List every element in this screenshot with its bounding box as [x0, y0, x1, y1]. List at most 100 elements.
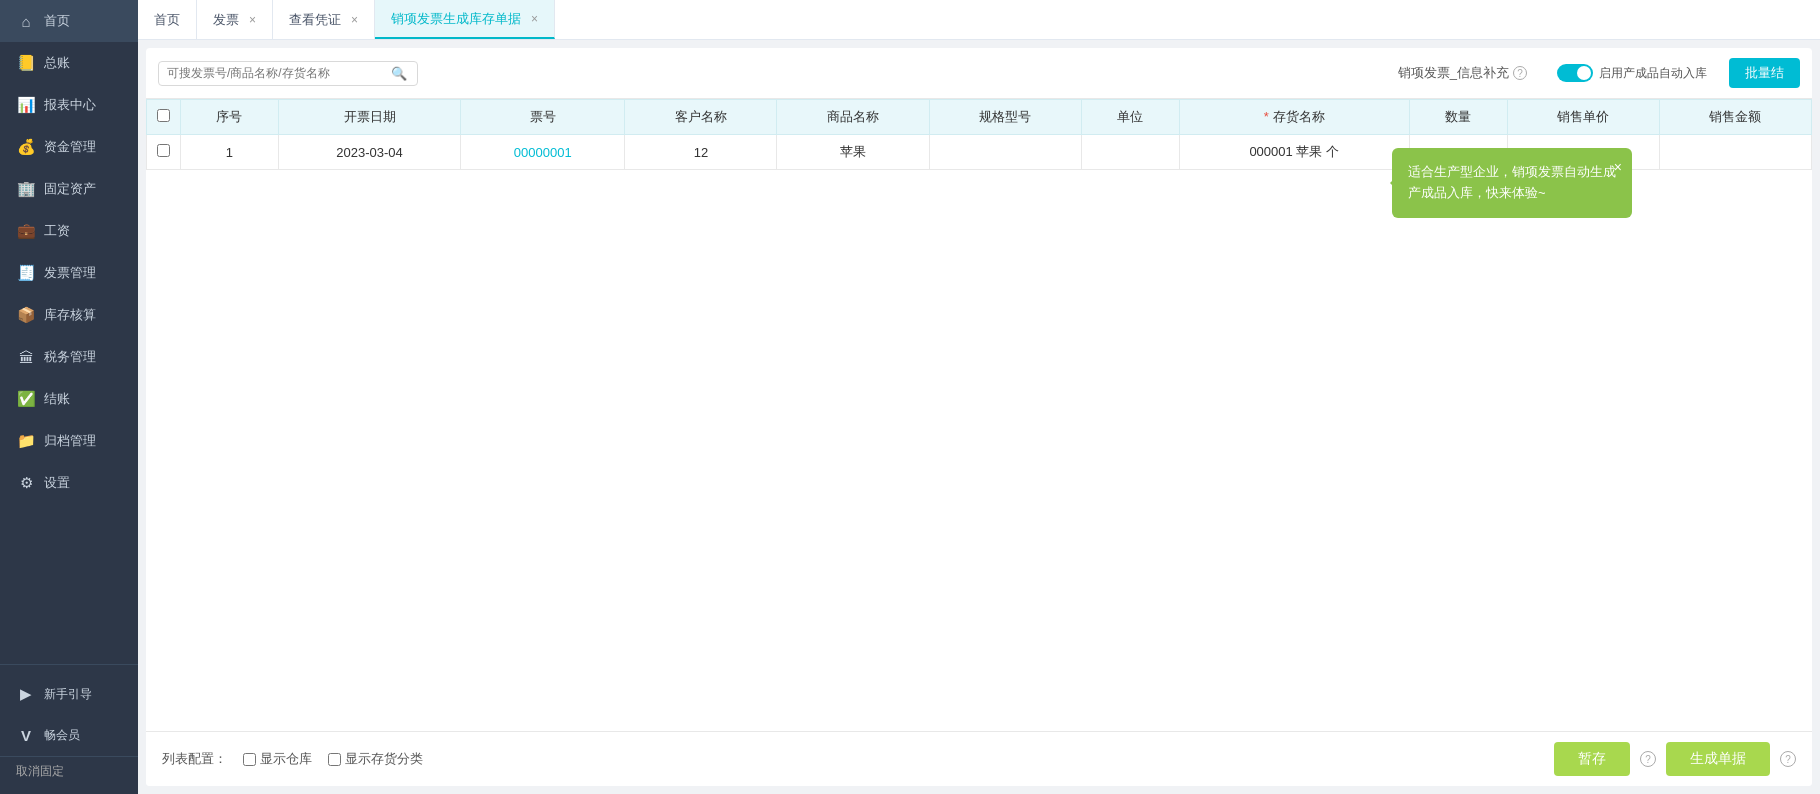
cell-customer: 12: [625, 135, 777, 170]
show-inventory-category-option[interactable]: 显示存货分类: [328, 750, 423, 768]
tab-cancel-invoice-label: 销项发票生成库存单据: [391, 10, 521, 28]
main-area: 首页 发票 × 查看凭证 × 销项发票生成库存单据 × 🔍 销项发票_信息补充 …: [138, 0, 1820, 794]
save-help-icon[interactable]: ?: [1640, 751, 1656, 767]
sidebar-item-label: 总账: [44, 54, 70, 72]
tooltip-popup: × 适合生产型企业，销项发票自动生成产成品入库，快来体验~: [1392, 148, 1632, 218]
info-help-icon[interactable]: ?: [1513, 66, 1527, 80]
search-box[interactable]: 🔍: [158, 61, 418, 86]
cell-product: 苹果: [777, 135, 929, 170]
info-label: 销项发票_信息补充 ?: [1398, 64, 1527, 82]
sidebar-item-settings[interactable]: ⚙ 设置: [0, 462, 138, 504]
toggle-wrapper: 启用产成品自动入库: [1557, 64, 1707, 82]
assets-icon: 🏢: [16, 180, 36, 198]
show-inventory-category-label: 显示存货分类: [345, 750, 423, 768]
cell-spec: [929, 135, 1081, 170]
toolbar: 🔍 销项发票_信息补充 ? 启用产成品自动入库 批量结: [146, 48, 1812, 99]
header-spec: 规格型号: [929, 100, 1081, 135]
sidebar-item-label: 发票管理: [44, 264, 96, 282]
header-inventory: 存货名称: [1179, 100, 1409, 135]
sidebar-item-payroll[interactable]: 💼 工资: [0, 210, 138, 252]
header-seq: 序号: [181, 100, 279, 135]
auto-warehousing-toggle[interactable]: [1557, 64, 1593, 82]
funds-icon: 💰: [16, 138, 36, 156]
tax-icon: 🏛: [16, 349, 36, 366]
search-icon[interactable]: 🔍: [391, 66, 407, 81]
header-date: 开票日期: [278, 100, 460, 135]
select-all-checkbox[interactable]: [157, 109, 170, 122]
sidebar-item-general-ledger[interactable]: 📒 总账: [0, 42, 138, 84]
show-inventory-category-checkbox[interactable]: [328, 753, 341, 766]
ticket-no-link[interactable]: 00000001: [514, 145, 572, 160]
tab-cancel-invoice[interactable]: 销项发票生成库存单据 ×: [375, 0, 555, 39]
tooltip-close-button[interactable]: ×: [1614, 156, 1622, 178]
sidebar-item-home[interactable]: ⌂ 首页: [0, 0, 138, 42]
bottom-actions: 暂存 ? 生成单据 ?: [1554, 742, 1796, 776]
content-area: 🔍 销项发票_信息补充 ? 启用产成品自动入库 批量结: [146, 48, 1812, 786]
sidebar-item-label: 归档管理: [44, 432, 96, 450]
sidebar-bottom: ▶ 新手引导 V 畅会员 取消固定: [0, 664, 138, 794]
header-quantity: 数量: [1409, 100, 1507, 135]
sidebar-item-label: 工资: [44, 222, 70, 240]
show-warehouse-checkbox[interactable]: [243, 753, 256, 766]
header-amount: 销售金额: [1659, 100, 1811, 135]
sidebar-item-member[interactable]: V 畅会员: [0, 715, 138, 756]
guide-icon: ▶: [16, 685, 36, 703]
header-ticket-no: 票号: [461, 100, 625, 135]
list-config-label: 列表配置：: [162, 750, 227, 768]
tab-invoice-close[interactable]: ×: [249, 13, 256, 27]
archive-icon: 📁: [16, 432, 36, 450]
info-text: 销项发票_信息补充: [1398, 64, 1509, 82]
member-icon: V: [16, 727, 36, 744]
home-icon: ⌂: [16, 13, 36, 30]
reports-icon: 📊: [16, 96, 36, 114]
save-button[interactable]: 暂存: [1554, 742, 1630, 776]
cell-inventory: 000001 苹果 个: [1179, 135, 1409, 170]
toggle-label: 启用产成品自动入库: [1599, 65, 1707, 82]
cell-ticket-no: 00000001: [461, 135, 625, 170]
sidebar-item-inventory[interactable]: 📦 库存核算: [0, 294, 138, 336]
sidebar-item-label: 库存核算: [44, 306, 96, 324]
ledger-icon: 📒: [16, 54, 36, 72]
sidebar-item-archive-mgmt[interactable]: 📁 归档管理: [0, 420, 138, 462]
sidebar-item-reports[interactable]: 📊 报表中心: [0, 84, 138, 126]
tab-invoice-label: 发票: [213, 11, 239, 29]
payroll-icon: 💼: [16, 222, 36, 240]
batch-button[interactable]: 批量结: [1729, 58, 1800, 88]
cell-seq: 1: [181, 135, 279, 170]
sidebar-item-tax-mgmt[interactable]: 🏛 税务管理: [0, 336, 138, 378]
header-checkbox-cell: [147, 100, 181, 135]
tab-voucher[interactable]: 查看凭证 ×: [273, 0, 375, 39]
sidebar: ⌂ 首页 📒 总账 📊 报表中心 💰 资金管理 🏢 固定资产 💼 工资 🧾 发票…: [0, 0, 138, 794]
sidebar-item-invoice-mgmt[interactable]: 🧾 发票管理: [0, 252, 138, 294]
show-warehouse-label: 显示仓库: [260, 750, 312, 768]
header-unit: 单位: [1081, 100, 1179, 135]
tab-voucher-label: 查看凭证: [289, 11, 341, 29]
undo-fixed[interactable]: 取消固定: [0, 756, 138, 786]
tab-voucher-close[interactable]: ×: [351, 13, 358, 27]
undo-fixed-label: 取消固定: [16, 763, 64, 780]
tab-home[interactable]: 首页: [138, 0, 197, 39]
generate-button[interactable]: 生成单据: [1666, 742, 1770, 776]
sidebar-item-funds[interactable]: 💰 资金管理: [0, 126, 138, 168]
table-header-row: 序号 开票日期 票号 客户名称 商品名称 规格型号 单位 存货名称 数量 销售单…: [147, 100, 1812, 135]
search-input[interactable]: [167, 66, 387, 80]
sidebar-item-label: 税务管理: [44, 348, 96, 366]
header-customer: 客户名称: [625, 100, 777, 135]
sidebar-item-settlement[interactable]: ✅ 结账: [0, 378, 138, 420]
row-checkbox[interactable]: [157, 144, 170, 157]
tab-invoice[interactable]: 发票 ×: [197, 0, 273, 39]
settlement-icon: ✅: [16, 390, 36, 408]
sidebar-item-fixed-assets[interactable]: 🏢 固定资产: [0, 168, 138, 210]
row-checkbox-cell: [147, 135, 181, 170]
invoice-icon: 🧾: [16, 264, 36, 282]
sidebar-item-label: 报表中心: [44, 96, 96, 114]
sidebar-item-label: 结账: [44, 390, 70, 408]
inventory-icon: 📦: [16, 306, 36, 324]
tab-cancel-invoice-close[interactable]: ×: [531, 12, 538, 26]
generate-help-icon[interactable]: ?: [1780, 751, 1796, 767]
cell-amount: [1659, 135, 1811, 170]
sidebar-item-label: 畅会员: [44, 727, 80, 744]
show-warehouse-option[interactable]: 显示仓库: [243, 750, 312, 768]
sidebar-item-label: 资金管理: [44, 138, 96, 156]
sidebar-item-new-user-guide[interactable]: ▶ 新手引导: [0, 673, 138, 715]
